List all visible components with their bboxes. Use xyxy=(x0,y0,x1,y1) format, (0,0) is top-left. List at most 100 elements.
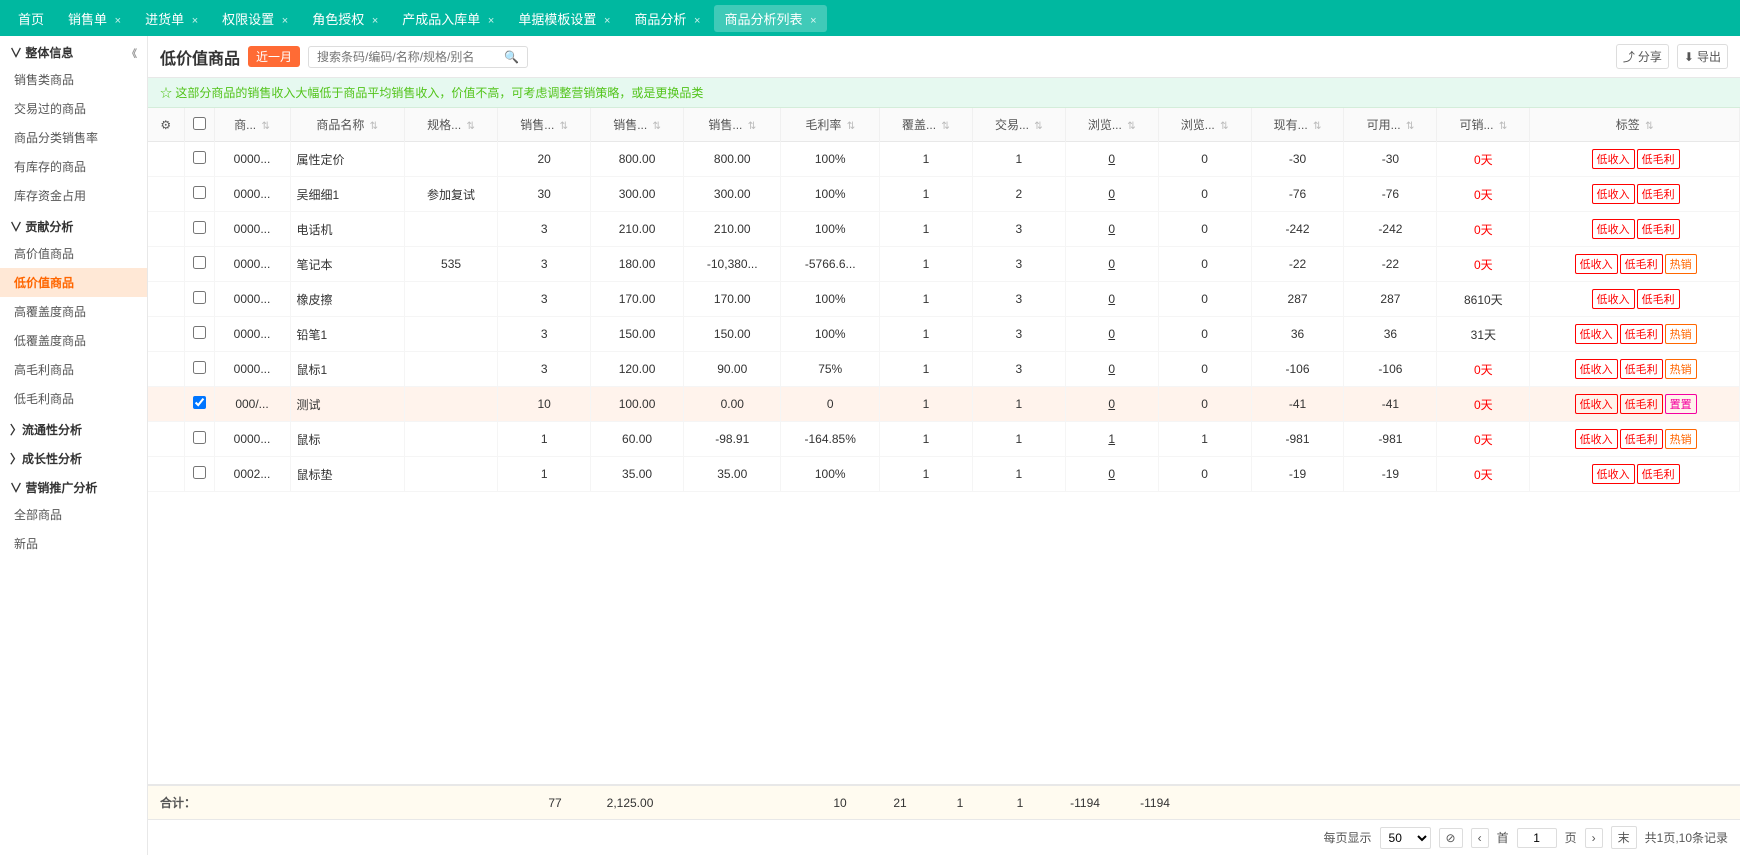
row-checkbox-7[interactable] xyxy=(193,396,206,409)
col-spec-cell xyxy=(404,212,497,247)
browse1-link[interactable]: 0 xyxy=(1108,257,1115,271)
tag-badge: 低收入 xyxy=(1592,464,1635,484)
col-browse1-cell[interactable]: 0 xyxy=(1065,212,1158,247)
sidebar-group-marketing[interactable]: ∨ 营销推广分析 xyxy=(0,471,147,500)
sidebar-item-high-value[interactable]: 高价值商品 xyxy=(0,239,147,268)
col-margin-cell: 100% xyxy=(781,457,879,492)
browse1-link[interactable]: 0 xyxy=(1108,362,1115,376)
col-browse1-cell[interactable]: 0 xyxy=(1065,142,1158,177)
page-input[interactable] xyxy=(1517,828,1557,848)
row-checkbox-1[interactable] xyxy=(193,186,206,199)
col-checkbox-cell[interactable] xyxy=(184,142,214,177)
sidebar-item-inventory-capital[interactable]: 库存资金占用 xyxy=(0,181,147,210)
row-checkbox-9[interactable] xyxy=(193,466,206,479)
col-checkbox-cell[interactable] xyxy=(184,317,214,352)
col-settings[interactable]: ⚙ xyxy=(148,108,184,142)
browse1-link[interactable]: 0 xyxy=(1108,222,1115,236)
sidebar-group-overall[interactable]: ∨ 整体信息 《 xyxy=(0,36,147,65)
col-browse1-cell[interactable]: 0 xyxy=(1065,247,1158,282)
sidebar-item-all-products[interactable]: 全部商品 xyxy=(0,500,147,529)
col-transaction-cell: 3 xyxy=(972,352,1065,387)
nav-permissions-close[interactable]: × xyxy=(282,15,288,27)
share-btn[interactable]: ⤴ 分享 xyxy=(1616,44,1669,69)
nav-product-analysis-close[interactable]: × xyxy=(694,15,700,27)
col-settings-cell xyxy=(148,247,184,282)
prev-page-btn[interactable]: ‹ xyxy=(1471,828,1489,848)
sidebar-item-traded-products[interactable]: 交易过的商品 xyxy=(0,94,147,123)
col-checkbox-cell[interactable] xyxy=(184,387,214,422)
col-coverage-cell: 1 xyxy=(879,317,972,352)
sidebar-item-sales-products[interactable]: 销售类商品 xyxy=(0,65,147,94)
next-page-btn[interactable]: › xyxy=(1585,828,1603,848)
row-checkbox-4[interactable] xyxy=(193,291,206,304)
filter-period-btn[interactable]: 近一月 xyxy=(248,46,300,67)
select-all-checkbox[interactable] xyxy=(193,117,206,130)
browse1-link[interactable]: 0 xyxy=(1108,327,1115,341)
nav-purchase[interactable]: 进货单 × xyxy=(135,5,208,32)
sidebar-item-stock-products[interactable]: 有库存的商品 xyxy=(0,152,147,181)
sidebar-item-category-sales-rate[interactable]: 商品分类销售率 xyxy=(0,123,147,152)
sidebar-item-high-margin[interactable]: 高毛利商品 xyxy=(0,355,147,384)
col-browse1-cell[interactable]: 0 xyxy=(1065,177,1158,212)
col-checkbox-cell[interactable] xyxy=(184,282,214,317)
nav-template[interactable]: 单据模板设置 × xyxy=(508,5,620,32)
browse1-link[interactable]: 1 xyxy=(1108,432,1115,446)
footer-qty: 77 xyxy=(520,796,590,810)
search-input[interactable] xyxy=(308,46,528,68)
col-checkbox-cell[interactable] xyxy=(184,457,214,492)
row-checkbox-6[interactable] xyxy=(193,361,206,374)
browse1-link[interactable]: 0 xyxy=(1108,292,1115,306)
col-available-stock-cell: -30 xyxy=(1344,142,1437,177)
col-settings-cell xyxy=(148,422,184,457)
col-browse1-cell[interactable]: 0 xyxy=(1065,387,1158,422)
row-checkbox-0[interactable] xyxy=(193,151,206,164)
sidebar-item-high-coverage[interactable]: 高覆盖度商品 xyxy=(0,297,147,326)
sidebar-item-low-margin[interactable]: 低毛利商品 xyxy=(0,384,147,413)
sidebar-item-new-products[interactable]: 新品 xyxy=(0,529,147,558)
row-checkbox-3[interactable] xyxy=(193,256,206,269)
browse1-link[interactable]: 0 xyxy=(1108,397,1115,411)
col-browse1-cell[interactable]: 0 xyxy=(1065,282,1158,317)
nav-sales-close[interactable]: × xyxy=(115,15,121,27)
browse1-link[interactable]: 0 xyxy=(1108,187,1115,201)
col-checkbox-cell[interactable] xyxy=(184,422,214,457)
nav-home[interactable]: 首页 xyxy=(8,5,54,32)
nav-product-analysis-list[interactable]: 商品分析列表 × xyxy=(714,5,826,32)
sidebar-item-low-value[interactable]: 低价值商品 xyxy=(0,268,147,297)
nav-stock-in[interactable]: 产成品入库单 × xyxy=(392,5,504,32)
row-checkbox-2[interactable] xyxy=(193,221,206,234)
search-icon[interactable]: 🔍 xyxy=(504,50,519,64)
col-browse1-cell[interactable]: 0 xyxy=(1065,317,1158,352)
nav-product-analysis[interactable]: 商品分析 × xyxy=(624,5,710,32)
first-page-btn[interactable]: ⊘ xyxy=(1439,828,1463,848)
nav-purchase-close[interactable]: × xyxy=(192,15,198,27)
col-available-stock-cell: -19 xyxy=(1344,457,1437,492)
col-browse1-cell[interactable]: 0 xyxy=(1065,352,1158,387)
nav-stock-in-close[interactable]: × xyxy=(488,15,494,27)
nav-roles[interactable]: 角色授权 × xyxy=(302,5,388,32)
sidebar-group-contribution[interactable]: ∨ 贡献分析 xyxy=(0,210,147,239)
sidebar-item-low-coverage[interactable]: 低覆盖度商品 xyxy=(0,326,147,355)
col-browse1-cell[interactable]: 1 xyxy=(1065,422,1158,457)
col-checkbox-cell[interactable] xyxy=(184,177,214,212)
row-checkbox-8[interactable] xyxy=(193,431,206,444)
row-checkbox-5[interactable] xyxy=(193,326,206,339)
nav-template-close[interactable]: × xyxy=(604,15,610,27)
sidebar-group-flow[interactable]: 〉流通性分析 xyxy=(0,413,147,442)
table-row: 0002... 鼠标垫 1 35.00 35.00 100% 1 1 0 0 -… xyxy=(148,457,1740,492)
col-checkbox-cell[interactable] xyxy=(184,247,214,282)
col-browse1-cell[interactable]: 0 xyxy=(1065,457,1158,492)
nav-roles-close[interactable]: × xyxy=(372,15,378,27)
export-btn[interactable]: ⬇ 导出 xyxy=(1677,44,1728,69)
last-page-btn[interactable]: 末 xyxy=(1611,826,1637,849)
nav-permissions[interactable]: 权限设置 × xyxy=(212,5,298,32)
col-checkbox-cell[interactable] xyxy=(184,352,214,387)
browse1-link[interactable]: 0 xyxy=(1108,152,1115,166)
sidebar-group-growth[interactable]: 〉成长性分析 xyxy=(0,442,147,471)
nav-sales[interactable]: 销售单 × xyxy=(58,5,131,32)
nav-product-analysis-list-close[interactable]: × xyxy=(810,15,816,27)
col-checkbox-cell[interactable] xyxy=(184,212,214,247)
browse1-link[interactable]: 0 xyxy=(1108,467,1115,481)
col-checkbox[interactable] xyxy=(184,108,214,142)
per-page-select[interactable]: 50 100 200 xyxy=(1380,827,1431,849)
